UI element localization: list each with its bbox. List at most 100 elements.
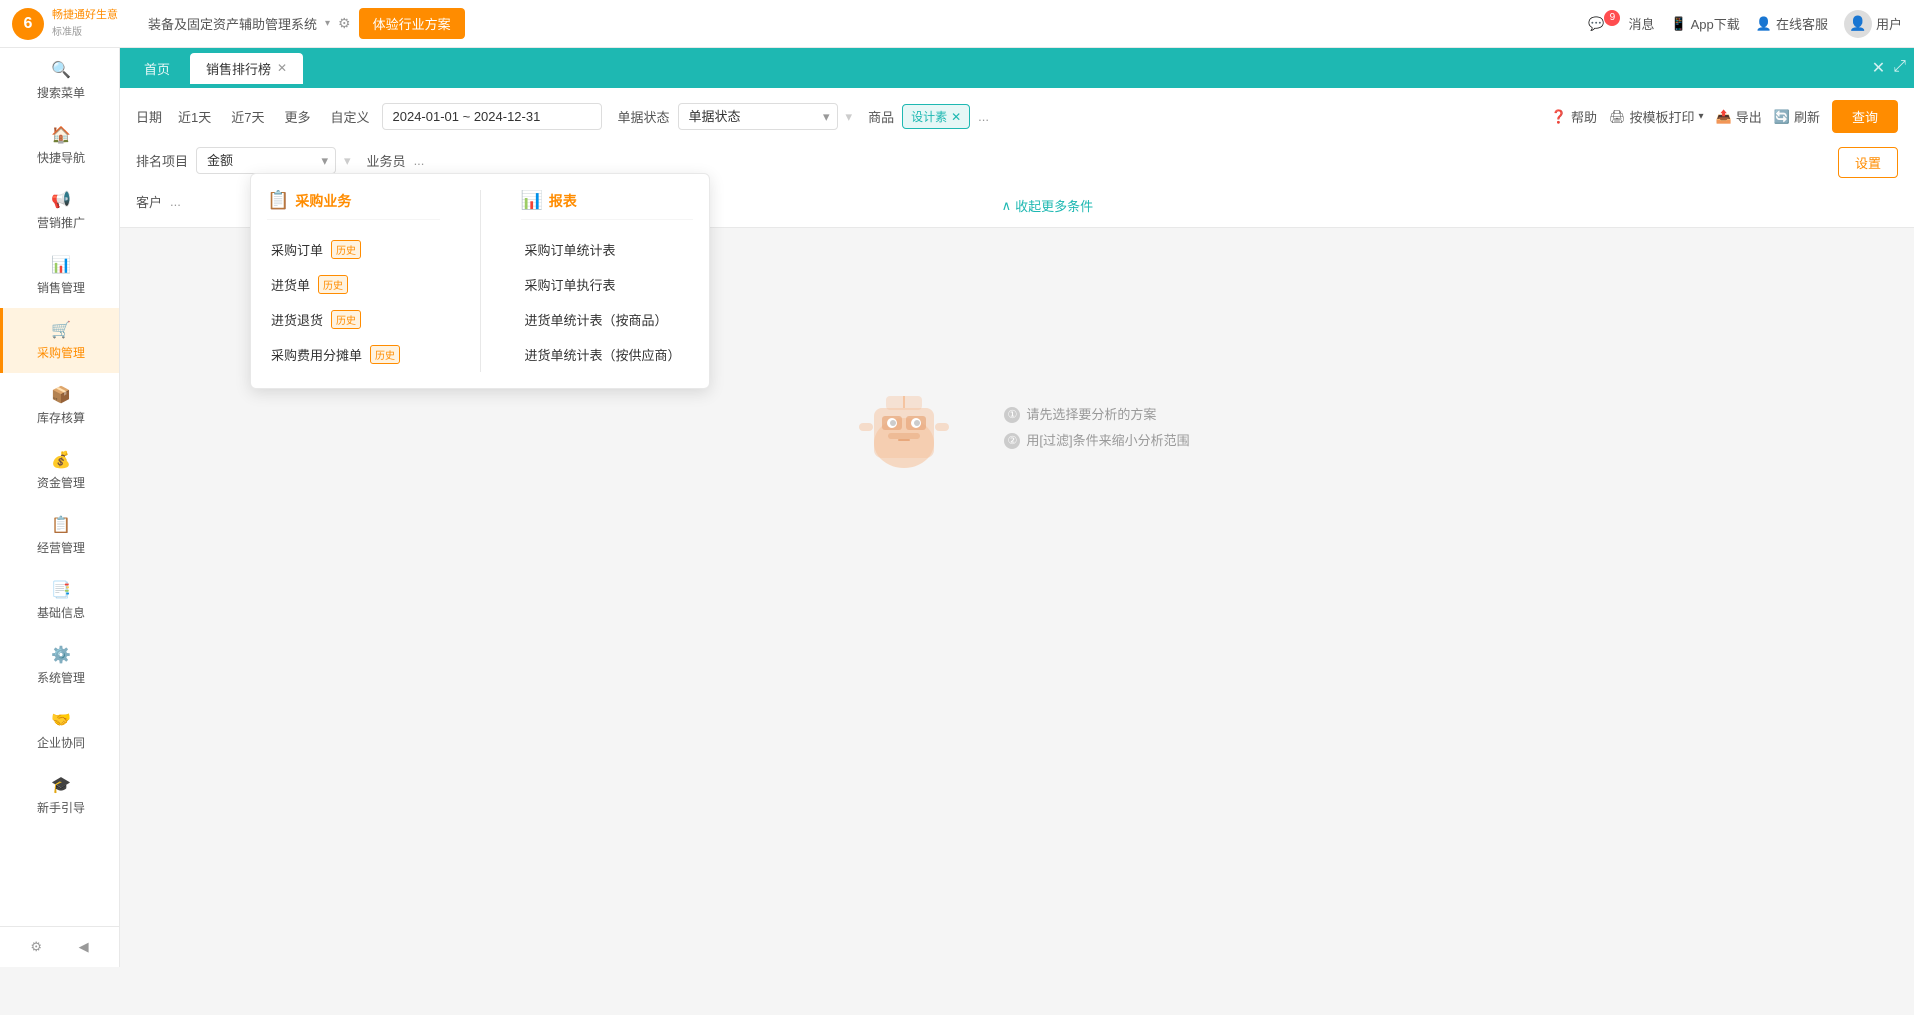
date-label: 日期 xyxy=(136,107,162,126)
system-dropdown-arrow[interactable]: ▾ xyxy=(325,18,330,29)
sidebar-label-inventory: 库存核算 xyxy=(37,409,85,426)
tab-close-icon[interactable]: ✕ xyxy=(277,61,287,75)
sidebar-item-finance[interactable]: 💰 资金管理 xyxy=(0,438,119,503)
print-dropdown-icon[interactable]: ▾ xyxy=(1699,111,1704,122)
step1-num: ① xyxy=(1004,407,1020,423)
return-label: 进货退货 xyxy=(271,310,323,329)
menu-item-order-stats[interactable]: 采购订单统计表 xyxy=(521,232,694,267)
date-preset-1day[interactable]: 近1天 xyxy=(170,103,219,130)
order-stats-label: 采购订单统计表 xyxy=(525,240,616,259)
purchase-order-label: 采购订单 xyxy=(271,240,323,259)
sidebar-item-operations[interactable]: 📋 经营管理 xyxy=(0,503,119,568)
refresh-action[interactable]: 🔄 刷新 xyxy=(1774,107,1820,126)
return-history-badge[interactable]: 历史 xyxy=(331,310,361,329)
logo-icon: 6 xyxy=(12,8,44,40)
guide-icon: 🎓 xyxy=(51,775,71,795)
query-button[interactable]: 查询 xyxy=(1832,100,1898,133)
gear-icon[interactable]: ⚙ xyxy=(338,15,351,32)
print-icon: 🖨 xyxy=(1609,109,1626,125)
inbound-stats-supplier-label: 进货单统计表（按供应商） xyxy=(525,345,681,364)
customer-more[interactable]: ... xyxy=(170,194,181,209)
expense-history-badge[interactable]: 历史 xyxy=(370,345,400,364)
content-area: 日期 近1天 近7天 更多 自定义 单据状态 单据状态 xyxy=(120,88,1914,967)
sidebar-label-purchase: 采购管理 xyxy=(37,344,85,361)
sidebar-item-sales[interactable]: 📊 销售管理 xyxy=(0,243,119,308)
menu-item-inbound-stats-goods[interactable]: 进货单统计表（按商品） xyxy=(521,302,694,337)
sidebar-label-operations: 经营管理 xyxy=(37,539,85,556)
user-action[interactable]: 👤 用户 xyxy=(1844,10,1902,38)
sidebar-item-system[interactable]: ⚙️ 系统管理 xyxy=(0,633,119,698)
salesperson-more[interactable]: ... xyxy=(414,153,425,168)
goods-tag-close-icon[interactable]: ✕ xyxy=(951,110,961,124)
date-range-input[interactable] xyxy=(382,103,602,130)
date-preset-more[interactable]: 更多 xyxy=(276,103,318,130)
doc-status-more[interactable]: ▾ xyxy=(846,109,853,125)
app-download-action[interactable]: 📱 App下载 xyxy=(1670,14,1739,33)
set-button[interactable]: 设置 xyxy=(1838,147,1898,178)
purchase-section-title: 📋 采购业务 xyxy=(267,190,440,220)
tab-expand-icon[interactable]: ⤢ xyxy=(1893,58,1906,78)
menu-item-inbound-stats-supplier[interactable]: 进货单统计表（按供应商） xyxy=(521,337,694,372)
settings-icon[interactable]: ⚙ xyxy=(30,939,42,955)
search-icon: 🔍 xyxy=(51,60,71,80)
inbound-label: 进货单 xyxy=(271,275,310,294)
topbar-right: 💬 9 消息 📱 App下载 👤 在线客服 👤 用户 xyxy=(1588,10,1902,38)
tab-close-window-icon[interactable]: ✕ xyxy=(1872,58,1885,78)
ranking-select[interactable]: 金额 xyxy=(196,147,336,174)
collapse-row: ∧ 收起更多条件 xyxy=(1002,196,1094,215)
customer-filter: 客户 ... xyxy=(136,192,181,211)
goods-more[interactable]: ... xyxy=(978,109,989,124)
finance-icon: 💰 xyxy=(51,450,71,470)
export-icon: 📤 xyxy=(1716,109,1732,125)
ranking-select-wrapper: 金额 xyxy=(196,147,336,174)
print-action[interactable]: 🖨 按模板打印 ▾ xyxy=(1609,107,1704,126)
order-exec-label: 采购订单执行表 xyxy=(525,275,616,294)
ranking-filter: 排名项目 金额 ▾ xyxy=(136,147,351,174)
online-service-action[interactable]: 👤 在线客服 xyxy=(1756,14,1828,33)
phone-icon: 📱 xyxy=(1670,16,1686,32)
main-area: 首页 销售排行榜 ✕ ✕ ⤢ 日期 近1天 近7天 更多 自定义 xyxy=(120,48,1914,967)
sidebar-item-inventory[interactable]: 📦 库存核算 xyxy=(0,373,119,438)
menu-item-purchase-order[interactable]: 采购订单 历史 xyxy=(267,232,440,267)
sidebar-label-marketing: 营销推广 xyxy=(37,214,85,231)
toolbar-row: 日期 近1天 近7天 更多 自定义 单据状态 单据状态 xyxy=(136,100,1898,133)
sidebar-item-guide[interactable]: 🎓 新手引导 xyxy=(0,763,119,828)
export-action[interactable]: 📤 导出 xyxy=(1716,107,1762,126)
purchase-order-history-badge[interactable]: 历史 xyxy=(331,240,361,259)
ranking-label: 排名项目 xyxy=(136,151,188,170)
collapse-sidebar-icon[interactable]: ◀ xyxy=(79,939,89,955)
tab-home[interactable]: 首页 xyxy=(128,53,186,84)
refresh-icon: 🔄 xyxy=(1774,109,1790,125)
inbound-history-badge[interactable]: 历史 xyxy=(318,275,348,294)
sidebar: 🔍 搜索菜单 🏠 快捷导航 📢 营销推广 📊 销售管理 🛒 采购管理 📦 库存核… xyxy=(0,48,120,967)
sidebar-label-enterprise: 企业协同 xyxy=(37,734,85,751)
doc-status-select[interactable]: 单据状态 xyxy=(678,103,838,130)
topbar: 6 畅捷通好生意 标准版 装备及固定资产辅助管理系统 ▾ ⚙ 体验行业方案 💬 … xyxy=(0,0,1914,48)
sales-icon: 📊 xyxy=(51,255,71,275)
date-preset-7days[interactable]: 近7天 xyxy=(223,103,272,130)
collapse-icon: ∧ xyxy=(1002,198,1012,214)
report-section: 📊 报表 采购订单统计表 采购订单执行表 进货单统计表（按商品） 进货单统计表（… xyxy=(521,190,694,372)
menu-item-order-exec[interactable]: 采购订单执行表 xyxy=(521,267,694,302)
sidebar-item-quick-nav[interactable]: 🏠 快捷导航 xyxy=(0,113,119,178)
menu-item-inbound[interactable]: 进货单 历史 xyxy=(267,267,440,302)
collapse-label: 收起更多条件 xyxy=(1015,196,1093,215)
date-preset-custom[interactable]: 自定义 xyxy=(323,103,378,130)
menu-item-expense[interactable]: 采购费用分摊单 历史 xyxy=(267,337,440,372)
sidebar-label-sales: 销售管理 xyxy=(37,279,85,296)
sidebar-item-search[interactable]: 🔍 搜索菜单 xyxy=(0,48,119,113)
sidebar-item-purchase[interactable]: 🛒 采购管理 xyxy=(0,308,119,373)
menu-item-return[interactable]: 进货退货 历史 xyxy=(267,302,440,337)
help-action[interactable]: ❓ 帮助 xyxy=(1551,107,1597,126)
sidebar-item-enterprise[interactable]: 🤝 企业协同 xyxy=(0,698,119,763)
sidebar-item-marketing[interactable]: 📢 营销推广 xyxy=(0,178,119,243)
collapse-button[interactable]: ∧ 收起更多条件 xyxy=(1002,196,1094,215)
enterprise-icon: 🤝 xyxy=(51,710,71,730)
message-action[interactable]: 💬 9 消息 xyxy=(1588,14,1654,33)
tab-sales-rank[interactable]: 销售排行榜 ✕ xyxy=(190,53,303,84)
industry-button[interactable]: 体验行业方案 xyxy=(359,8,465,39)
sidebar-item-base-info[interactable]: 📑 基础信息 xyxy=(0,568,119,633)
menu-divider xyxy=(480,190,481,372)
empty-tip-2: ② 用[过滤]条件来缩小分析范围 xyxy=(1004,428,1189,454)
logo-text-block: 畅捷通好生意 标准版 xyxy=(52,9,118,37)
